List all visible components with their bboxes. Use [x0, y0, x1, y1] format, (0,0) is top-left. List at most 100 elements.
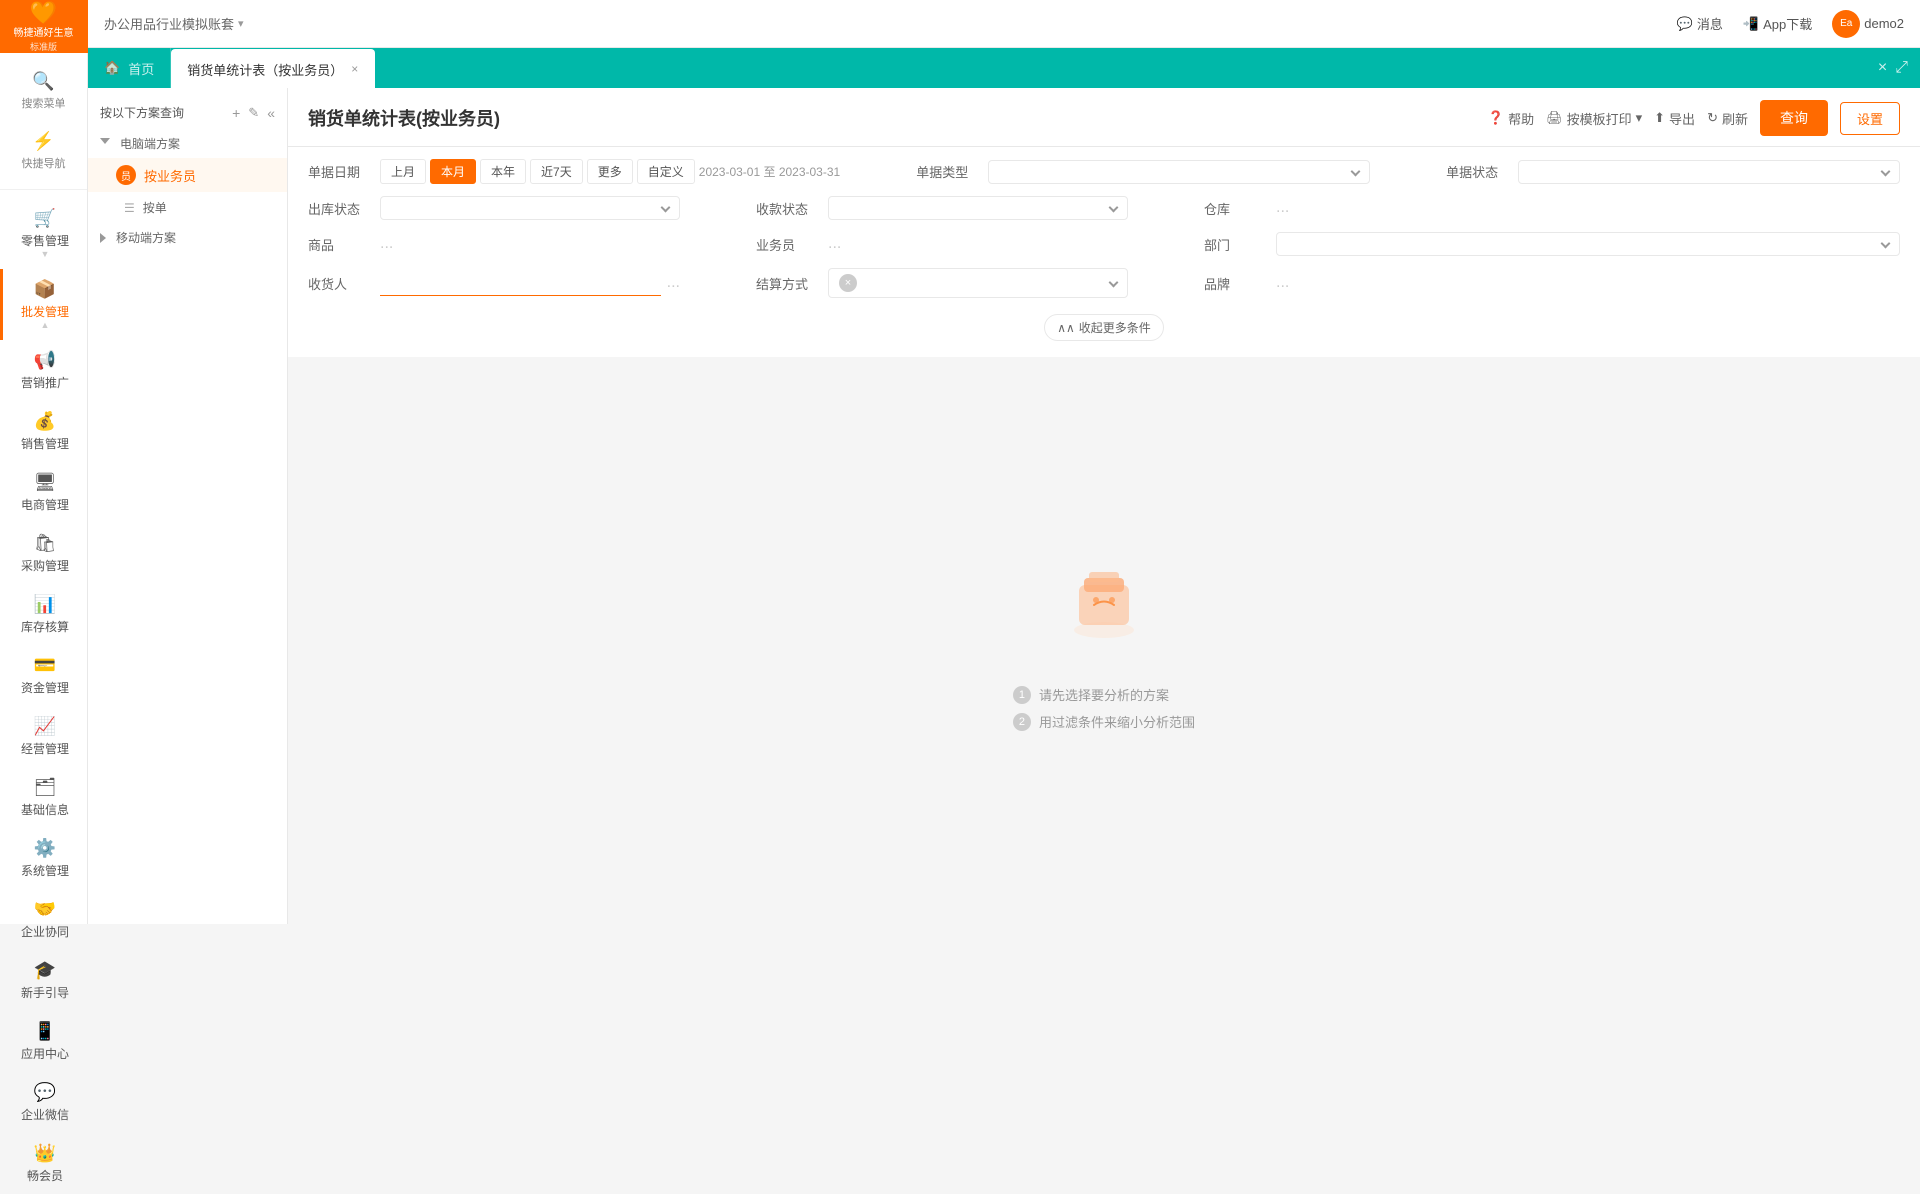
sidebar-item-enterprise[interactable]: 🤝 企业协同	[0, 889, 87, 950]
doc-type-arrow	[1352, 166, 1359, 178]
sidebar-item-sales[interactable]: 💰 销售管理	[0, 401, 87, 462]
tabbar-end: × ⤢	[1878, 59, 1920, 77]
sidebar-item-ecommerce[interactable]: 🖥 电商管理	[0, 462, 87, 523]
salesperson-ellipsis[interactable]: ...	[828, 235, 841, 253]
marketing-icon: 📢	[34, 350, 56, 371]
tab-close-all-icon[interactable]: ×	[1878, 59, 1887, 77]
topbar-dropdown-icon[interactable]: ▾	[238, 17, 244, 30]
tab-close-icon[interactable]: ×	[351, 62, 358, 76]
scheme-group-mobile-title[interactable]: 移动端方案	[88, 223, 287, 252]
add-scheme-btn[interactable]: +	[232, 105, 240, 121]
topbar-user-btn[interactable]: Ea demo2	[1832, 10, 1904, 38]
mobile-group-expand-icon	[100, 233, 106, 243]
sidebar-item-operations-label: 经营管理	[21, 740, 69, 757]
sidebar: 🧡 畅捷通好生意 标准版 🔍 搜索菜单 ⚡ 快捷导航 🛒 零售管理 ▼ 📦 批发…	[0, 0, 88, 924]
topbar-app-download-btn[interactable]: 📲 App下载	[1743, 14, 1812, 33]
sidebar-item-inventory[interactable]: 📊 库存核算	[0, 584, 87, 645]
print-dropdown-icon[interactable]: ▾	[1636, 110, 1643, 126]
goods-ellipsis[interactable]: ...	[380, 235, 393, 253]
sidebar-item-finance[interactable]: 💳 资金管理	[0, 645, 87, 706]
tab-expand-icon[interactable]: ⤢	[1895, 59, 1908, 77]
export-btn[interactable]: ⬆ 导出	[1654, 109, 1695, 128]
sidebar-item-apps-label: 应用中心	[21, 1045, 69, 1062]
sidebar-item-purchase-label: 采购管理	[21, 557, 69, 574]
empty-illustration	[1054, 550, 1154, 669]
refresh-btn[interactable]: ↻ 刷新	[1707, 109, 1748, 128]
pay-status-cell	[828, 196, 1128, 220]
inventory-icon: 📊	[34, 594, 56, 615]
settlement-select[interactable]: ×	[828, 268, 1128, 298]
collapse-row: ∧∧ 收起更多条件	[308, 310, 1900, 345]
topbar-msg-btn[interactable]: 💬 消息	[1677, 14, 1723, 33]
sidebar-item-inventory-label: 库存核算	[21, 618, 69, 635]
brand-label: 品牌	[1204, 274, 1260, 293]
print-btn[interactable]: 🖨 按模板打印 ▾	[1546, 109, 1642, 128]
sidebar-item-purchase[interactable]: 🛍 采购管理	[0, 523, 87, 584]
sidebar-item-search[interactable]: 🔍 搜索菜单	[0, 61, 87, 121]
edit-scheme-btn[interactable]: ✎	[248, 105, 259, 121]
query-button[interactable]: 查询	[1760, 100, 1828, 136]
settings-button[interactable]: 设置	[1840, 102, 1900, 135]
tab-home[interactable]: 🏠 首页	[88, 48, 171, 88]
tip-num-1: 1	[1013, 686, 1031, 704]
sidebar-item-apps[interactable]: 📱 应用中心	[0, 1011, 87, 1072]
sidebar-item-wholesale[interactable]: 📦 批发管理 ▲	[0, 269, 87, 340]
sidebar-item-newbie[interactable]: 🎓 新手引导	[0, 950, 87, 1011]
scheme-group-mobile-label: 移动端方案	[116, 229, 176, 246]
salesperson-cell: ...	[828, 235, 1128, 253]
system-icon: ⚙️	[34, 838, 56, 859]
scheme-item-by-order[interactable]: ☰ 按单	[88, 192, 287, 223]
topbar-title: 办公用品行业模拟账套 ▾	[104, 14, 244, 33]
brand-cell: ...	[1276, 274, 1900, 292]
sidebar-item-basic[interactable]: 🗂 基础信息	[0, 767, 87, 828]
sidebar-item-operations[interactable]: 📈 经营管理	[0, 706, 87, 767]
warehouse-ellipsis[interactable]: ...	[1276, 199, 1289, 217]
empty-tip-2: 2 用过滤条件来缩小分析范围	[1013, 712, 1195, 731]
tab-sales-stats[interactable]: 销货单统计表（按业务员） ×	[171, 49, 375, 89]
sidebar-item-wholesale-label: 批发管理	[21, 303, 69, 320]
scheme-group-desktop-title[interactable]: 电脑端方案	[88, 129, 287, 158]
date-btn-more[interactable]: 更多	[587, 159, 633, 184]
sidebar-item-quicknav[interactable]: ⚡ 快捷导航	[0, 121, 87, 181]
date-btn-7days[interactable]: 近7天	[530, 159, 583, 184]
dept-select[interactable]	[1276, 232, 1900, 256]
brand-ellipsis[interactable]: ...	[1276, 274, 1289, 292]
enterprise-icon: 🤝	[34, 899, 56, 920]
collapse-panel-btn[interactable]: «	[267, 105, 275, 121]
sidebar-item-vip[interactable]: 👑 畅会员	[0, 1133, 87, 1194]
scheme-group-desktop: 电脑端方案 员 按业务员 ☰ 按单	[88, 129, 287, 223]
doc-type-select[interactable]	[988, 160, 1370, 184]
newbie-icon: 🎓	[34, 960, 56, 981]
date-btn-this-month[interactable]: 本月	[430, 159, 476, 184]
sidebar-item-wechat[interactable]: 💬 企业微信	[0, 1072, 87, 1133]
apps-icon: 📱	[34, 1021, 56, 1042]
wholesale-expand-icon: ▲	[41, 320, 50, 330]
collapse-btn[interactable]: ∧∧ 收起更多条件	[1044, 314, 1164, 341]
date-btn-last-month[interactable]: 上月	[380, 159, 426, 184]
doc-status-select[interactable]	[1518, 160, 1900, 184]
warehouse-label: 仓库	[1204, 199, 1260, 218]
out-status-select[interactable]	[380, 196, 680, 220]
page-header: 销货单统计表(按业务员) ❓ 帮助 🖨 按模板打印 ▾ ⬆	[288, 88, 1920, 147]
empty-tip-2-text: 用过滤条件来缩小分析范围	[1039, 712, 1195, 731]
sidebar-item-system[interactable]: ⚙️ 系统管理	[0, 828, 87, 889]
topbar-msg-label: 消息	[1697, 14, 1723, 33]
doc-status-arrow	[1882, 166, 1889, 178]
date-btn-this-year[interactable]: 本年	[480, 159, 526, 184]
settlement-arrow	[1110, 277, 1117, 289]
settlement-clear-btn[interactable]: ×	[839, 274, 857, 292]
doc-status-label: 单据状态	[1446, 162, 1502, 181]
pay-status-select[interactable]	[828, 196, 1128, 220]
date-btn-custom[interactable]: 自定义	[637, 159, 695, 184]
help-btn[interactable]: ❓ 帮助	[1488, 109, 1534, 128]
left-panel-actions: + ✎ «	[232, 105, 275, 121]
sidebar-item-marketing[interactable]: 📢 营销推广	[0, 340, 87, 401]
receiver-ellipsis[interactable]: ...	[667, 274, 680, 292]
sidebar-item-retail[interactable]: 🛒 零售管理 ▼	[0, 198, 87, 269]
receiver-input[interactable]	[380, 270, 661, 296]
sidebar-item-vip-label: 畅会员	[27, 1167, 63, 1184]
scheme-item-by-salesperson[interactable]: 员 按业务员	[88, 158, 287, 192]
tabbar: 🏠 首页 销货单统计表（按业务员） × × ⤢	[88, 48, 1920, 88]
dept-arrow	[1882, 238, 1889, 250]
filter-row-1: 单据日期 上月 本月 本年 近7天 更多 自定义 2023-03-01 至 20…	[308, 159, 1900, 184]
